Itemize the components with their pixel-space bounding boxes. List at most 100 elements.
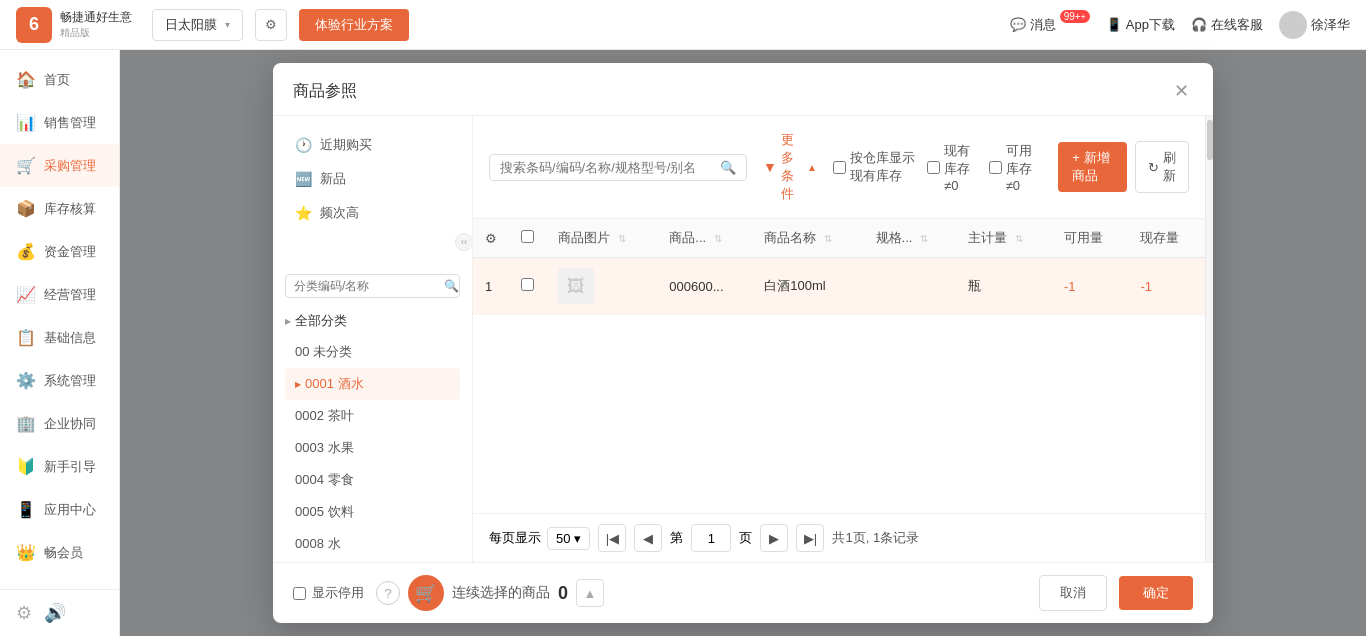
- available-nonzero-checkbox[interactable]: 可用库存≠0: [989, 142, 1043, 193]
- sales-icon: 📊: [16, 113, 36, 132]
- settings-button[interactable]: ⚙: [255, 9, 287, 41]
- row-checkbox[interactable]: [521, 278, 534, 291]
- category-item-water[interactable]: 0008 水: [285, 528, 460, 560]
- bell-icon: 💬: [1010, 17, 1026, 32]
- category-item-drinks[interactable]: 0005 饮料: [285, 496, 460, 528]
- last-page-button[interactable]: ▶|: [796, 524, 824, 552]
- basics-icon: 📋: [16, 328, 36, 347]
- sidebar-item-member[interactable]: 👑 畅会员: [0, 531, 119, 574]
- sound-icon[interactable]: 🔊: [44, 602, 66, 624]
- show-disabled-input[interactable]: [293, 587, 306, 600]
- refresh-button[interactable]: ↻ 刷新: [1135, 141, 1189, 193]
- collapse-panel-button[interactable]: ‹‹: [455, 233, 473, 251]
- more-filter-button[interactable]: ▼ 更多条件 ▲: [755, 126, 825, 208]
- category-search-icon: 🔍: [444, 279, 459, 293]
- select-all-checkbox[interactable]: [521, 230, 534, 243]
- row-unit-cell: 瓶: [956, 258, 1051, 315]
- pagination-info: 共1页, 1条记录: [832, 529, 919, 547]
- col-settings-icon[interactable]: ⚙: [485, 231, 497, 246]
- row-available-cell: -1: [1052, 258, 1129, 315]
- scroll-thumb[interactable]: [1207, 120, 1213, 160]
- product-table-area: ⚙ 商品图片 ⇅: [473, 219, 1205, 513]
- modal-body: 🕐 近期购买 🆕 新品 ⭐ 频次高: [273, 116, 1213, 562]
- notification-badge: 99++: [1060, 10, 1090, 23]
- sidebar-item-guide[interactable]: 🔰 新手引导: [0, 445, 119, 488]
- stock-nonzero-checkbox[interactable]: 现有库存≠0: [927, 142, 981, 193]
- product-search-input[interactable]: [500, 160, 720, 175]
- recent-icon: 🕐: [295, 137, 312, 153]
- sidebar-item-purchase[interactable]: 🛒 采购管理: [0, 144, 119, 187]
- nav-selector[interactable]: 日太阳膜 ▾: [152, 9, 243, 41]
- show-disabled-checkbox[interactable]: 显示停用: [293, 584, 364, 602]
- inventory-icon: 📦: [16, 199, 36, 218]
- star-icon: ⭐: [295, 205, 312, 221]
- row-image-cell: 🖼: [546, 258, 657, 315]
- category-item-uncategorized[interactable]: 00 未分类: [285, 336, 460, 368]
- logo-icon: 6: [16, 7, 52, 43]
- category-item-fruit[interactable]: 0003 水果: [285, 432, 460, 464]
- sidebar-item-apps[interactable]: 📱 应用中心: [0, 488, 119, 531]
- quick-frequent[interactable]: ⭐ 频次高: [285, 196, 460, 230]
- next-page-button[interactable]: ▶: [760, 524, 788, 552]
- category-item-liquor[interactable]: ▶ 0001 酒水: [285, 368, 460, 400]
- cart-area: ? 🛒 连续选择的商品 0 ▲: [376, 575, 604, 611]
- expand-button[interactable]: ▲: [576, 579, 604, 607]
- image-col-header: 商品图片 ⇅: [546, 219, 657, 258]
- modal-header: 商品参照 ✕: [273, 63, 1213, 116]
- sidebar-item-enterprise[interactable]: 🏢 企业协同: [0, 402, 119, 445]
- sidebar-item-finance[interactable]: 💰 资金管理: [0, 230, 119, 273]
- quick-new-product[interactable]: 🆕 新品: [285, 162, 460, 196]
- sort-icon: ⇅: [920, 233, 928, 244]
- product-table: ⚙ 商品图片 ⇅: [473, 219, 1205, 315]
- page-number-input[interactable]: [691, 524, 731, 552]
- cancel-button[interactable]: 取消: [1039, 575, 1107, 611]
- sidebar-item-basics[interactable]: 📋 基础信息: [0, 316, 119, 359]
- sidebar-item-inventory[interactable]: 📦 库存核算: [0, 187, 119, 230]
- phone-icon: 📱: [1106, 17, 1122, 32]
- sidebar-item-home[interactable]: 🏠 首页: [0, 58, 119, 101]
- search-icon: 🔍: [720, 160, 736, 175]
- experience-button[interactable]: 体验行业方案: [299, 9, 409, 41]
- modal-close-button[interactable]: ✕: [1169, 79, 1193, 103]
- row-spec-cell: [864, 258, 957, 315]
- page-size-select[interactable]: 50 ▾: [547, 527, 590, 550]
- modal-title: 商品参照: [293, 81, 357, 102]
- warehouse-stock-checkbox[interactable]: 按仓库显示现有库存: [833, 149, 919, 185]
- right-panel: 🔍 ▼ 更多条件 ▲ 按仓库显示现有库存: [473, 116, 1205, 562]
- category-search-box: 🔍: [285, 274, 460, 298]
- all-categories-item[interactable]: ▶ 全部分类: [285, 306, 460, 336]
- user-menu[interactable]: 徐泽华: [1279, 11, 1350, 39]
- code-col-header: 商品... ⇅: [657, 219, 752, 258]
- product-reference-modal: 商品参照 ✕ 🕐 近期购买 🆕: [273, 63, 1213, 623]
- sidebar-item-operations[interactable]: 📈 经营管理: [0, 273, 119, 316]
- row-name-cell: 白酒100ml: [752, 258, 863, 315]
- sidebar-item-system[interactable]: ⚙️ 系统管理: [0, 359, 119, 402]
- cart-icon[interactable]: 🛒: [408, 575, 444, 611]
- new-icon: 🆕: [295, 171, 312, 187]
- product-image: 🖼: [558, 268, 594, 304]
- table-row[interactable]: 1 🖼 000600... 白酒100ml: [473, 258, 1205, 315]
- help-icon[interactable]: ?: [376, 581, 400, 605]
- confirm-button[interactable]: 确定: [1119, 576, 1193, 610]
- category-item-tea[interactable]: 0002 茶叶: [285, 400, 460, 432]
- page-size-selector: 每页显示 50 ▾: [489, 527, 590, 550]
- add-product-button[interactable]: + 新增商品: [1058, 142, 1127, 192]
- online-service-button[interactable]: 🎧 在线客服: [1191, 16, 1263, 34]
- row-stock-cell: -1: [1128, 258, 1205, 315]
- settings-bottom-icon[interactable]: ⚙: [16, 602, 32, 624]
- pagination: 每页显示 50 ▾ |◀ ◀ 第 页 ▶: [473, 513, 1205, 562]
- modal-overlay: 商品参照 ✕ 🕐 近期购买 🆕: [120, 50, 1366, 636]
- quick-recent-purchase[interactable]: 🕐 近期购买: [285, 128, 460, 162]
- settings-col-header: ⚙: [473, 219, 509, 258]
- prev-page-button[interactable]: ◀: [634, 524, 662, 552]
- category-search-input[interactable]: [294, 279, 444, 293]
- sidebar-item-sales[interactable]: 📊 销售管理: [0, 101, 119, 144]
- system-icon: ⚙️: [16, 371, 36, 390]
- category-item-snacks[interactable]: 0004 零食: [285, 464, 460, 496]
- filter-icon: ▼: [763, 159, 777, 175]
- first-page-button[interactable]: |◀: [598, 524, 626, 552]
- app-download-button[interactable]: 📱 App下载: [1106, 16, 1175, 34]
- row-code-cell: 000600...: [657, 258, 752, 315]
- search-toolbar: 🔍 ▼ 更多条件 ▲ 按仓库显示现有库存: [473, 116, 1205, 219]
- notifications-button[interactable]: 💬 消息 99++: [1010, 16, 1090, 34]
